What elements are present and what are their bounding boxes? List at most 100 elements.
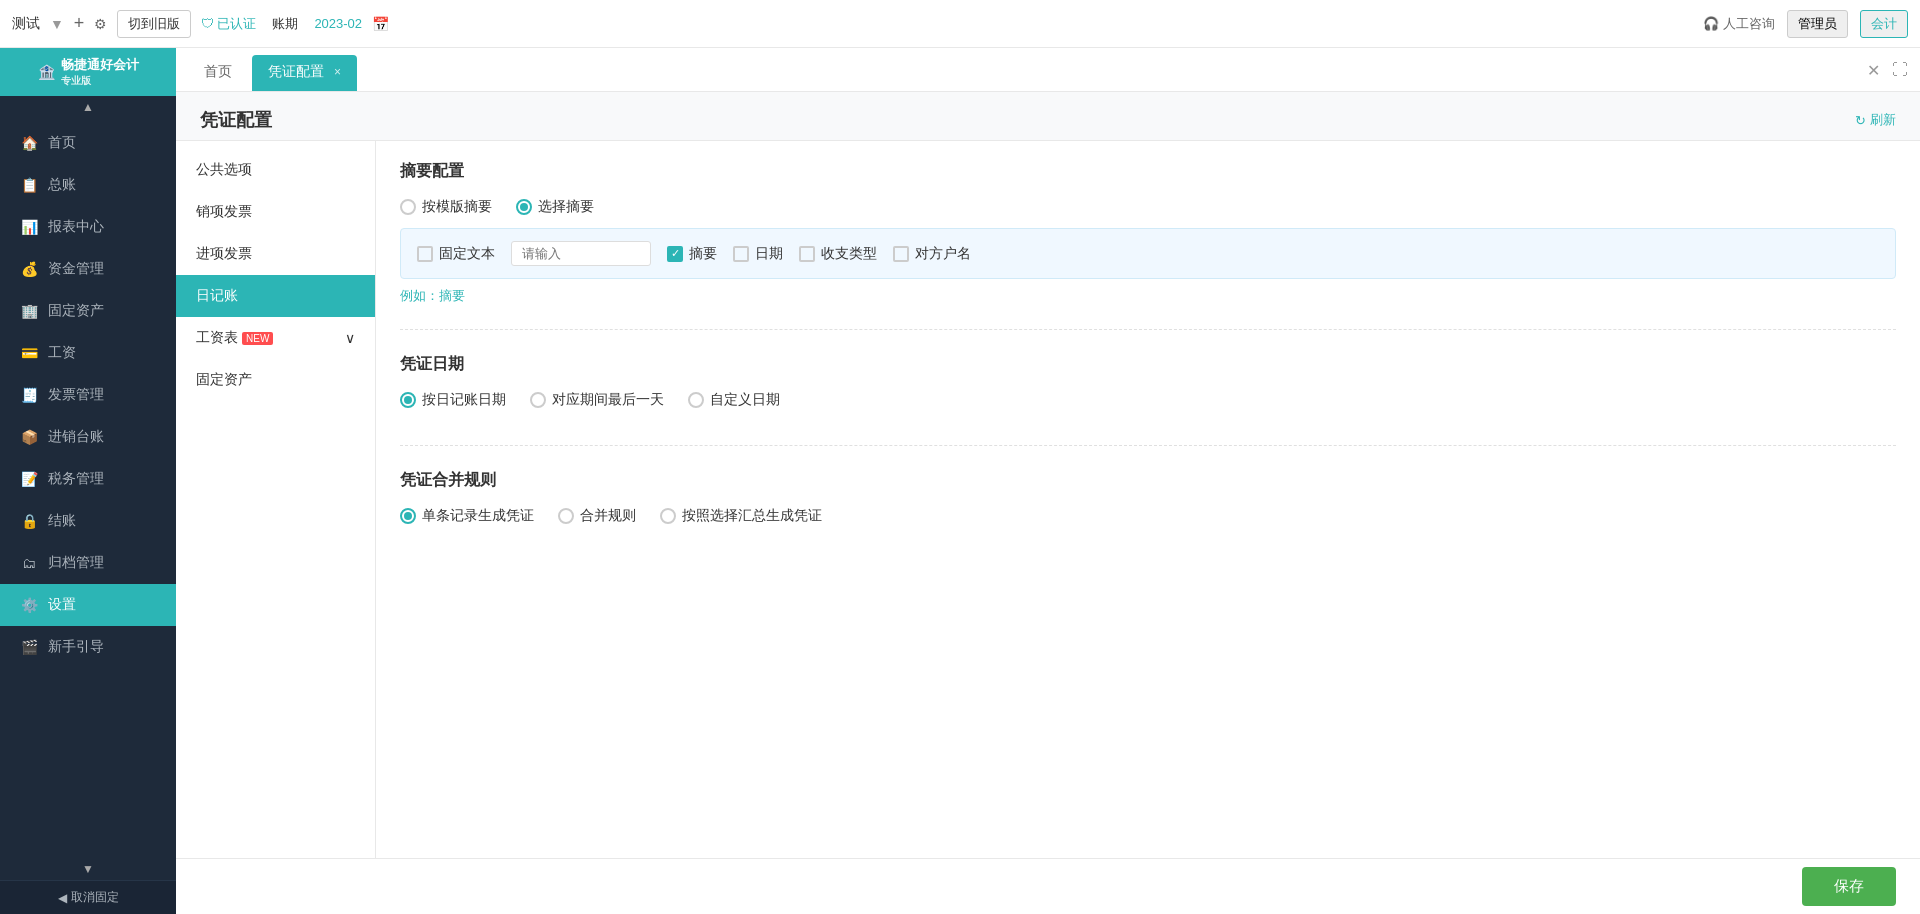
sidebar-collapse-btn[interactable]: ◀ 取消固定	[0, 880, 176, 914]
checkbox-payment-type[interactable]: 收支类型	[799, 245, 877, 263]
radio-custom-circle	[688, 392, 704, 408]
archive-icon: 🗂	[20, 554, 38, 572]
topbar: 测试 ▼ + ⚙ 切到旧版 🛡 已认证 账期 2023-02 📅 🎧 人工咨询 …	[0, 0, 1920, 48]
sidebar-nav: 🏠 首页 📋 总账 📊 报表中心 💰 资金管理 🏢 固定资产 💳 工资 🧾 发票…	[0, 118, 176, 858]
scroll-down-icon[interactable]: ▼	[82, 862, 94, 876]
radio-select-label: 选择摘要	[538, 198, 594, 216]
main-layout: 🏦 畅捷通好会计 专业版 ▲ 🏠 首页 📋 总账 📊 报表中心 💰 资金管理 🏢…	[0, 48, 1920, 914]
left-nav-label-fixed-assets: 固定资产	[196, 371, 252, 389]
period-value: 2023-02	[314, 16, 362, 31]
calendar-icon[interactable]: 📅	[372, 16, 389, 32]
bottom-bar: 保存	[176, 858, 1920, 914]
sidebar-item-label-closing: 结账	[48, 512, 76, 530]
accountant-btn[interactable]: 会计	[1860, 10, 1908, 38]
example-text: 例如：摘要	[400, 287, 1896, 305]
sidebar-item-payroll[interactable]: 💳 工资	[0, 332, 176, 374]
checkbox-fixed-text[interactable]: 固定文本	[417, 245, 495, 263]
tab-voucher-config[interactable]: 凭证配置 ×	[252, 55, 357, 91]
sidebar-item-invoice[interactable]: 🧾 发票管理	[0, 374, 176, 416]
left-nav: 公共选项销项发票进项发票日记账工资表NEW∨固定资产	[176, 141, 376, 858]
topbar-right: 🎧 人工咨询 管理员 会计	[1703, 10, 1908, 38]
purchases-icon: 📦	[20, 428, 38, 446]
sidebar-item-closing[interactable]: 🔒 结账	[0, 500, 176, 542]
guide-icon: 🎬	[20, 638, 38, 656]
closing-icon: 🔒	[20, 512, 38, 530]
checkbox-date-box	[733, 246, 749, 262]
merge-radio-select-summary[interactable]: 按照选择汇总生成凭证	[660, 507, 822, 525]
period-label: 账期	[272, 15, 298, 33]
new-badge-payroll-table: NEW	[242, 332, 273, 345]
sidebar-item-home[interactable]: 🏠 首页	[0, 122, 176, 164]
radio-template-label: 按模版摘要	[422, 198, 492, 216]
shield-icon: 🛡	[201, 16, 214, 31]
left-nav-label-purchase-invoice: 进项发票	[196, 245, 252, 263]
funds-icon: 💰	[20, 260, 38, 278]
radio-journal-label: 按日记账日期	[422, 391, 506, 409]
checkbox-date-label: 日期	[755, 245, 783, 263]
date-radio-period-last[interactable]: 对应期间最后一天	[530, 391, 664, 409]
merge-radio-group: 单条记录生成凭证 合并规则 按照选择汇总生成凭证	[400, 507, 1896, 525]
left-nav-item-fixed-assets[interactable]: 固定资产	[176, 359, 375, 401]
sidebar-item-label-purchases: 进销台账	[48, 428, 104, 446]
date-section: 凭证日期 按日记账日期 对应期间最后一天 自定义日期	[400, 354, 1896, 446]
tabbar-close-btn[interactable]: ✕	[1867, 60, 1880, 79]
sidebar-item-label-home: 首页	[48, 134, 76, 152]
left-nav-item-public[interactable]: 公共选项	[176, 149, 375, 191]
sidebar-item-ledger[interactable]: 📋 总账	[0, 164, 176, 206]
radio-custom-label: 自定义日期	[710, 391, 780, 409]
left-nav-label-journal: 日记账	[196, 287, 238, 305]
scroll-up-icon[interactable]: ▲	[82, 100, 94, 114]
payroll-icon: 💳	[20, 344, 38, 362]
checkbox-date[interactable]: 日期	[733, 245, 783, 263]
date-radio-group: 按日记账日期 对应期间最后一天 自定义日期	[400, 391, 1896, 409]
radio-period-last-label: 对应期间最后一天	[552, 391, 664, 409]
radio-select-summary-label: 按照选择汇总生成凭证	[682, 507, 822, 525]
sidebar-item-tax[interactable]: 📝 税务管理	[0, 458, 176, 500]
summary-checkbox-row: 固定文本 摘要 日期 收支类型	[400, 228, 1896, 279]
sidebar-item-label-guide: 新手引导	[48, 638, 104, 656]
sidebar-item-label-payroll: 工资	[48, 344, 76, 362]
left-nav-item-purchase-invoice[interactable]: 进项发票	[176, 233, 375, 275]
sidebar-item-archive[interactable]: 🗂 归档管理	[0, 542, 176, 584]
merge-radio-rule[interactable]: 合并规则	[558, 507, 636, 525]
summary-radio-select[interactable]: 选择摘要	[516, 198, 594, 216]
content-area: 首页 凭证配置 × ✕ ⛶ 凭证配置 ↻ 刷新 公共选项销项发票进项发票日记账工…	[176, 48, 1920, 914]
left-nav-item-journal[interactable]: 日记账	[176, 275, 375, 317]
admin-btn[interactable]: 管理员	[1787, 10, 1848, 38]
merge-radio-single[interactable]: 单条记录生成凭证	[400, 507, 534, 525]
fixed-text-input[interactable]	[511, 241, 651, 266]
sidebar-item-assets[interactable]: 🏢 固定资产	[0, 290, 176, 332]
company-arrow-icon[interactable]: ▼	[50, 16, 64, 32]
sidebar-item-settings[interactable]: ⚙️ 设置	[0, 584, 176, 626]
sidebar-item-reports[interactable]: 📊 报表中心	[0, 206, 176, 248]
checkbox-counterpart[interactable]: 对方户名	[893, 245, 971, 263]
arrow-icon-payroll-table: ∨	[345, 330, 355, 346]
sidebar-item-purchases[interactable]: 📦 进销台账	[0, 416, 176, 458]
sidebar-item-label-assets: 固定资产	[48, 302, 104, 320]
sidebar-logo: 🏦 畅捷通好会计 专业版	[0, 48, 176, 96]
left-nav-item-sales-invoice[interactable]: 销项发票	[176, 191, 375, 233]
sidebar-item-label-invoice: 发票管理	[48, 386, 104, 404]
tabbar-expand-btn[interactable]: ⛶	[1892, 61, 1908, 79]
sidebar-item-guide[interactable]: 🎬 新手引导	[0, 626, 176, 668]
date-radio-custom[interactable]: 自定义日期	[688, 391, 780, 409]
switch-old-btn[interactable]: 切到旧版	[117, 10, 191, 38]
save-btn[interactable]: 保存	[1802, 867, 1896, 906]
tax-icon: 📝	[20, 470, 38, 488]
refresh-btn[interactable]: ↻ 刷新	[1855, 111, 1896, 129]
tabbar: 首页 凭证配置 × ✕ ⛶	[176, 48, 1920, 92]
left-nav-item-payroll-table[interactable]: 工资表NEW∨	[176, 317, 375, 359]
logo-name: 畅捷通好会计	[61, 56, 139, 74]
tab-close-icon[interactable]: ×	[334, 65, 341, 79]
collapse-arrow-icon: ◀	[58, 891, 67, 905]
summary-radio-template[interactable]: 按模版摘要	[400, 198, 492, 216]
sidebar-item-funds[interactable]: 💰 资金管理	[0, 248, 176, 290]
settings-icon[interactable]: ⚙	[94, 16, 107, 32]
date-radio-journal[interactable]: 按日记账日期	[400, 391, 506, 409]
add-icon[interactable]: +	[74, 13, 85, 34]
service-btn[interactable]: 🎧 人工咨询	[1703, 15, 1775, 33]
logo-sub: 专业版	[61, 74, 139, 88]
page-header: 凭证配置 ↻ 刷新	[176, 92, 1920, 141]
tab-home[interactable]: 首页	[188, 55, 248, 91]
checkbox-summary[interactable]: 摘要	[667, 245, 717, 263]
